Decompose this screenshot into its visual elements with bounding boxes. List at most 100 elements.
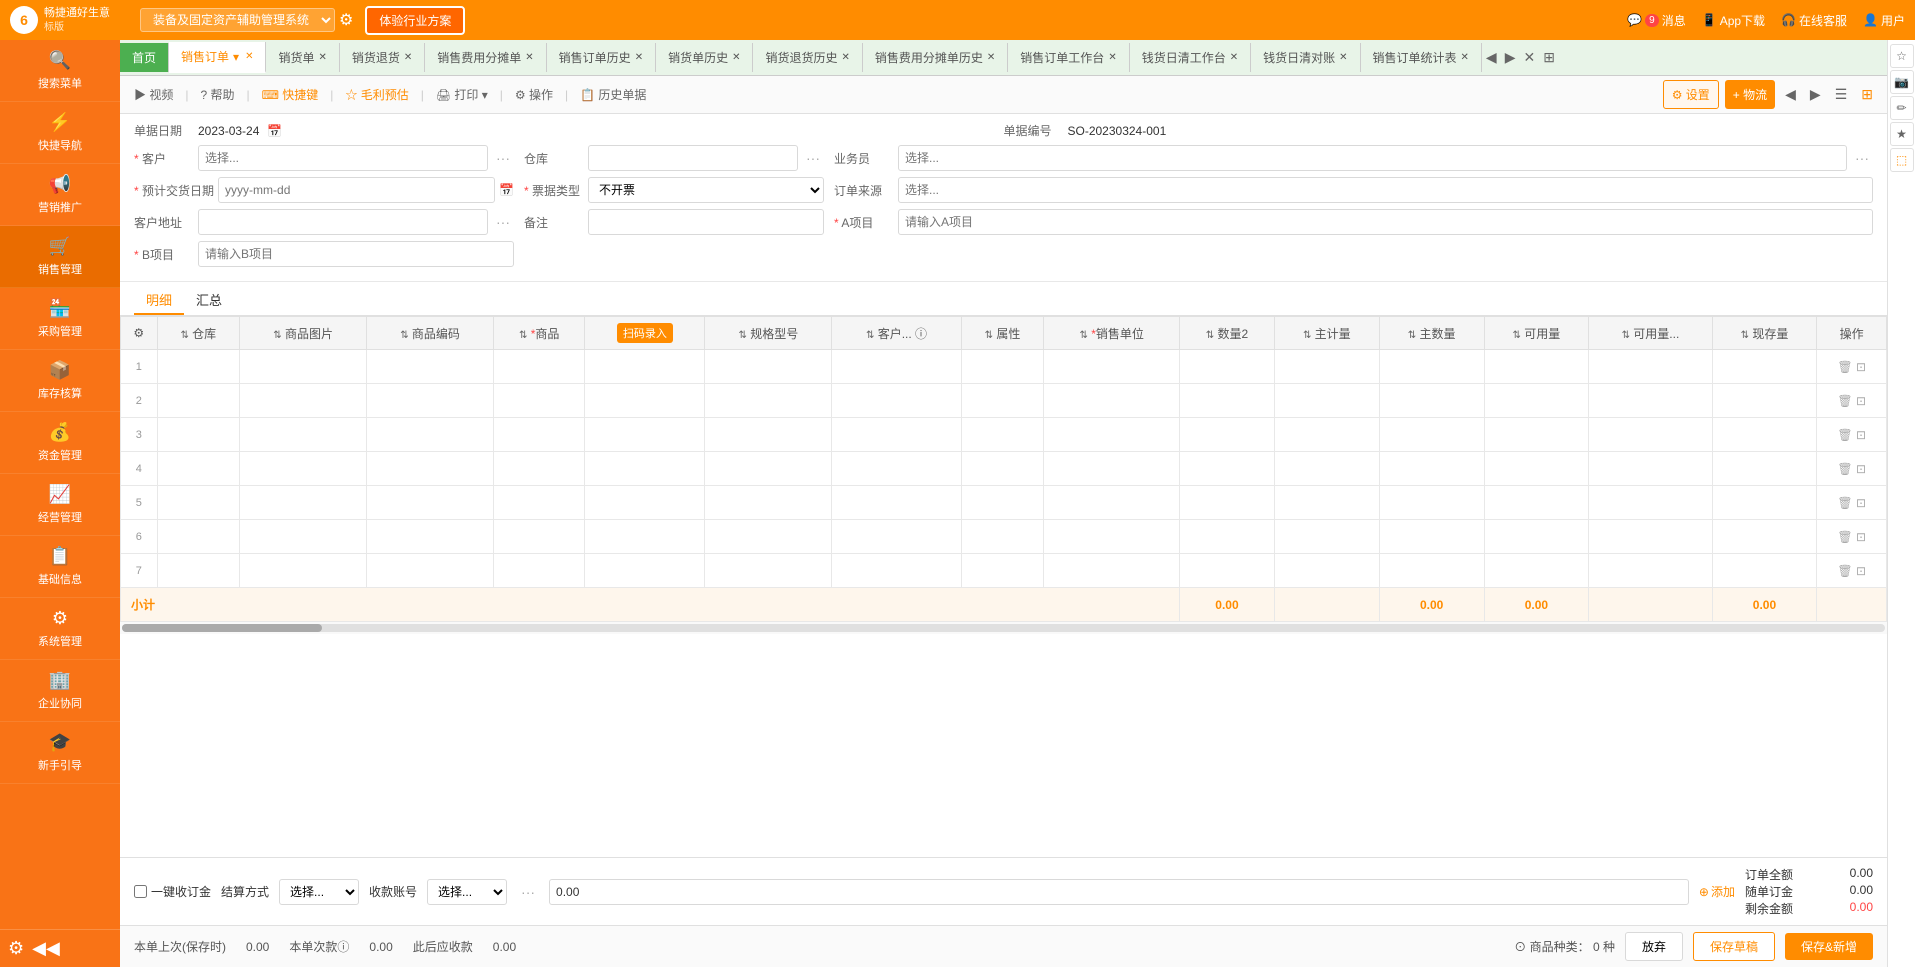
- tab-close-icon[interactable]: ✕: [245, 51, 253, 62]
- col-warehouse[interactable]: ⇅ 仓库: [157, 317, 240, 350]
- row-delete-1[interactable]: 🗑: [1837, 360, 1852, 374]
- warehouse-expand-icon[interactable]: ···: [802, 150, 824, 166]
- col-spec[interactable]: ⇅ 规格型号: [705, 317, 832, 350]
- payment-method-select[interactable]: 选择...: [279, 879, 359, 905]
- action-btn[interactable]: ⚙ 操作: [511, 84, 557, 105]
- row-delete-6[interactable]: 🗑: [1837, 530, 1852, 544]
- tab-close-8[interactable]: ✕: [987, 52, 995, 63]
- col-customer-code[interactable]: ⇅ 客户... ⓘ: [832, 317, 961, 350]
- sidebar-item-purchase[interactable]: 🏪 采购管理: [0, 288, 120, 350]
- col-attr[interactable]: ⇅ 属性: [961, 317, 1044, 350]
- scroll-area[interactable]: [120, 622, 1887, 634]
- detail-tab-mingxi[interactable]: 明细: [134, 286, 184, 315]
- tab-prev-btn[interactable]: ◀: [1482, 43, 1501, 72]
- delivery-calendar-icon[interactable]: 📅: [499, 183, 514, 197]
- col-main-unit[interactable]: ⇅ 主计量: [1274, 317, 1379, 350]
- sidebar-item-guide[interactable]: 🎓 新手引导: [0, 722, 120, 784]
- col-setting[interactable]: ⚙: [121, 317, 158, 350]
- row-delete-4[interactable]: 🗑: [1837, 462, 1852, 476]
- tab-sales-order[interactable]: 销售订单 ▾ ✕: [169, 42, 266, 73]
- add-payment-btn[interactable]: ⊕ 添加: [1699, 883, 1735, 900]
- tab-close-6[interactable]: ✕: [732, 52, 740, 63]
- sidebar-item-inventory[interactable]: 📦 库存核算: [0, 350, 120, 412]
- tab-close-all-btn[interactable]: ✕: [1519, 43, 1539, 72]
- row-copy-3[interactable]: ⊡: [1856, 428, 1866, 442]
- sidebar-item-quick-nav[interactable]: ⚡ 快捷导航: [0, 102, 120, 164]
- app-download-btn[interactable]: 📱 App下载: [1702, 12, 1765, 29]
- col-qty2[interactable]: ⇅ 数量2: [1179, 317, 1274, 350]
- next-record-btn[interactable]: ▶: [1806, 80, 1825, 109]
- sidebar-item-base-info[interactable]: 📋 基础信息: [0, 536, 120, 598]
- history-btn[interactable]: 📋 历史单据: [576, 84, 650, 105]
- one-click-checkbox[interactable]: 一键收订金: [134, 883, 211, 900]
- row-delete-7[interactable]: 🗑: [1837, 564, 1852, 578]
- a-project-input[interactable]: [898, 209, 1873, 235]
- right-btn-3[interactable]: ✏: [1890, 96, 1914, 120]
- invoice-type-select[interactable]: 不开票: [588, 177, 824, 203]
- address-expand-icon[interactable]: ···: [492, 214, 514, 230]
- scroll-track[interactable]: [122, 624, 1885, 632]
- discard-button[interactable]: 放弃: [1625, 932, 1683, 961]
- tab-close-5[interactable]: ✕: [635, 52, 643, 63]
- sidebar-collapse-icon[interactable]: ◀◀: [32, 938, 60, 959]
- row-delete-5[interactable]: 🗑: [1837, 496, 1852, 510]
- detail-tab-huizong[interactable]: 汇总: [184, 286, 234, 315]
- tab-sales-fee[interactable]: 销售费用分摊单 ✕: [425, 43, 546, 72]
- tab-sales-order-hist[interactable]: 销售订单历史 ✕: [547, 43, 656, 72]
- sidebar-item-system[interactable]: ⚙ 系统管理: [0, 598, 120, 660]
- bank-expand-icon[interactable]: ···: [517, 884, 539, 900]
- tab-close-12[interactable]: ✕: [1461, 52, 1469, 63]
- row-delete-2[interactable]: 🗑: [1837, 394, 1852, 408]
- scan-input-btn[interactable]: 扫码录入: [617, 323, 673, 343]
- salesperson-expand-icon[interactable]: ···: [1851, 150, 1873, 166]
- shortcut-btn[interactable]: ⌨ 快捷键: [258, 84, 323, 105]
- col-scan[interactable]: 扫码录入: [585, 317, 705, 350]
- prev-record-btn[interactable]: ◀: [1781, 80, 1800, 109]
- tab-close-2[interactable]: ✕: [318, 52, 326, 63]
- view-btn[interactable]: ▶ 视频: [130, 84, 177, 105]
- tab-cash-reconcile[interactable]: 钱货日清对账 ✕: [1251, 43, 1360, 72]
- col-current-qty[interactable]: ⇅ 现存量: [1712, 317, 1817, 350]
- sidebar-settings-icon[interactable]: ⚙: [8, 938, 24, 959]
- tab-order-workbench[interactable]: 销售订单工作台 ✕: [1008, 43, 1129, 72]
- delivery-date-input[interactable]: [218, 177, 495, 203]
- add-logistics-btn[interactable]: + 物流: [1725, 80, 1775, 109]
- calendar-icon[interactable]: 📅: [267, 124, 282, 138]
- system-selector[interactable]: 装备及固定资产辅助管理系统: [140, 8, 335, 32]
- col-avail-qty[interactable]: ⇅ 可用量: [1484, 317, 1589, 350]
- sidebar-item-search[interactable]: 🔍 搜索菜单: [0, 40, 120, 102]
- list-view-btn[interactable]: ☰: [1831, 80, 1852, 109]
- sidebar-item-finance[interactable]: 💰 资金管理: [0, 412, 120, 474]
- profit-btn[interactable]: ☆ 毛利预估: [341, 84, 412, 105]
- payment-amount-input[interactable]: [549, 879, 1689, 905]
- right-btn-4[interactable]: ★: [1890, 122, 1914, 146]
- tab-expand-btn[interactable]: ⊞: [1539, 43, 1559, 72]
- address-input[interactable]: [198, 209, 488, 235]
- save-new-button[interactable]: 保存&新增: [1785, 933, 1873, 960]
- col-avail-more[interactable]: ⇅ 可用量...: [1589, 317, 1712, 350]
- tab-next-btn[interactable]: ▶: [1501, 43, 1520, 72]
- customer-expand-icon[interactable]: ···: [492, 150, 514, 166]
- tab-close-4[interactable]: ✕: [525, 52, 533, 63]
- row-copy-2[interactable]: ⊡: [1856, 394, 1866, 408]
- settings-btn[interactable]: ⚙ 设置: [1663, 80, 1719, 109]
- sidebar-item-marketing[interactable]: 📢 营销推广: [0, 164, 120, 226]
- sidebar-item-enterprise[interactable]: 🏢 企业协同: [0, 660, 120, 722]
- help-btn[interactable]: ? 帮助: [196, 84, 238, 105]
- user-btn[interactable]: 👤 用户: [1863, 12, 1905, 29]
- row-copy-1[interactable]: ⊡: [1856, 360, 1866, 374]
- tab-close-3[interactable]: ✕: [404, 52, 412, 63]
- tab-return-hist[interactable]: 销货退货历史 ✕: [753, 43, 862, 72]
- tab-close-7[interactable]: ✕: [842, 52, 850, 63]
- tab-sales-return[interactable]: 销货退货 ✕: [340, 43, 425, 72]
- tab-home[interactable]: 首页: [120, 43, 169, 72]
- col-main-qty[interactable]: ⇅ 主数量: [1379, 317, 1484, 350]
- row-copy-6[interactable]: ⊡: [1856, 530, 1866, 544]
- message-btn[interactable]: 💬 9 消息: [1627, 12, 1686, 29]
- b-project-input[interactable]: [198, 241, 514, 267]
- col-code[interactable]: ⇅ 商品编码: [367, 317, 494, 350]
- print-btn[interactable]: 🖨 打印 ▾: [432, 84, 492, 105]
- right-btn-5[interactable]: ⬚: [1890, 148, 1914, 172]
- note-input[interactable]: [588, 209, 824, 235]
- sidebar-item-sales[interactable]: 🛒 销售管理: [0, 226, 120, 288]
